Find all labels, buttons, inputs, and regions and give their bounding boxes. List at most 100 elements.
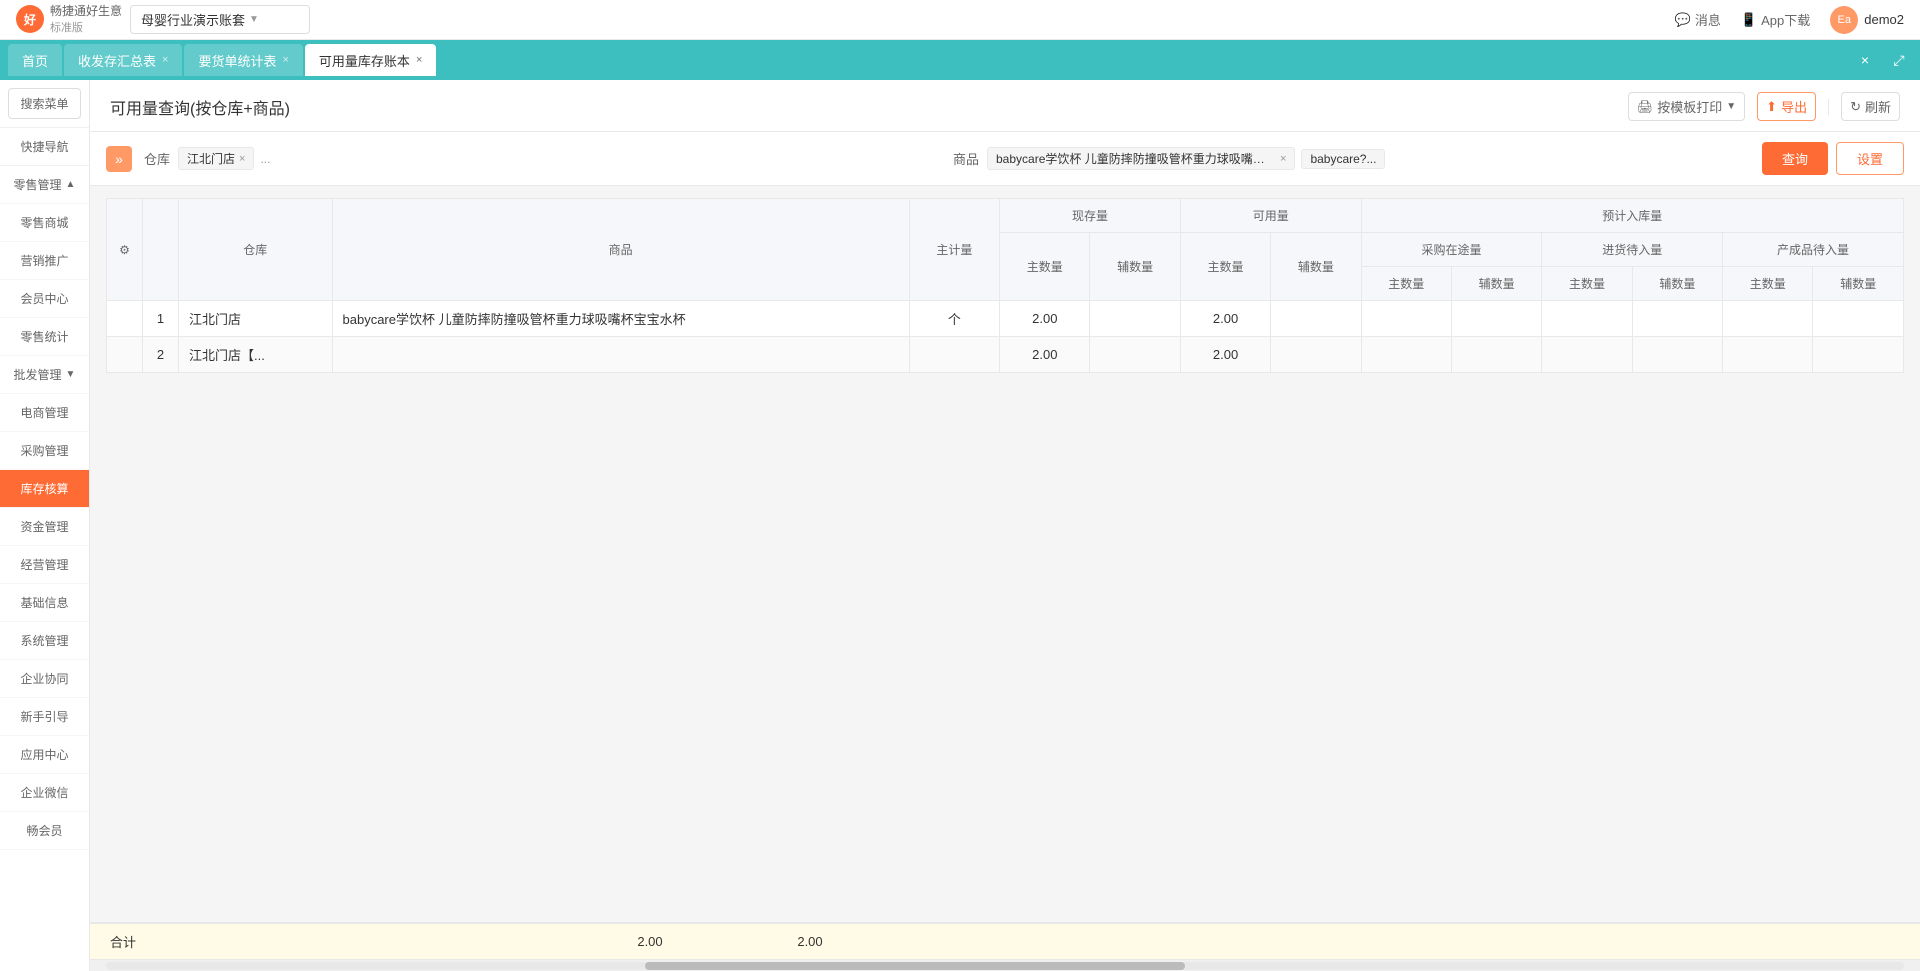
scroll-thumb[interactable] xyxy=(645,962,1184,970)
row-prod-pending-aux-1 xyxy=(1813,301,1904,337)
row-pur-transit-aux-1 xyxy=(1451,301,1541,337)
search-menu-button[interactable]: 搜索菜单 xyxy=(8,88,81,119)
industry-label: 母婴行业演示账套 xyxy=(141,10,245,29)
scroll-track[interactable] xyxy=(106,962,1904,970)
sidebar-item-ecommerce-mgmt[interactable]: 电商管理 xyxy=(0,394,89,432)
sidebar-system-label: 系统管理 xyxy=(20,632,68,649)
sidebar-item-retail-mall[interactable]: 零售商城 xyxy=(0,204,89,242)
row2-settings-icon[interactable] xyxy=(107,337,143,373)
sidebar-item-vip-member[interactable]: 畅会员 xyxy=(0,812,89,850)
avatar: Ea xyxy=(1830,6,1858,34)
sidebar-purchase-label: 采购管理 xyxy=(20,442,68,459)
row-prod-pending-main-1 xyxy=(1723,301,1813,337)
sidebar-retail-mall-label: 零售商城 xyxy=(20,214,68,231)
th-available-qty: 可用量 xyxy=(1180,199,1361,233)
tab-receipt-close[interactable]: × xyxy=(162,54,168,66)
sidebar-item-retail-mgmt[interactable]: 零售管理 ▲ xyxy=(0,166,89,204)
sidebar-item-wholesale-mgmt[interactable]: 批发管理 ▼ xyxy=(0,356,89,394)
page-title: 可用量查询(按仓库+商品) xyxy=(110,95,290,119)
industry-selector[interactable]: 母婴行业演示账套 ▼ xyxy=(130,5,310,34)
message-label: 消息 xyxy=(1695,10,1721,29)
row-prod-pending-aux-2 xyxy=(1813,337,1904,373)
sidebar-item-inventory-check[interactable]: 库存核算 xyxy=(0,470,89,508)
sidebar-item-system-mgmt[interactable]: 系统管理 xyxy=(0,622,89,660)
sidebar-inventory-label: 库存核算 xyxy=(20,480,68,497)
th-current-aux-qty: 辅数量 xyxy=(1090,233,1180,301)
sidebar-item-enterprise-collab[interactable]: 企业协同 xyxy=(0,660,89,698)
product-tag-0: babycare学饮杯 儿童防摔防撞吸管杯重力球吸嘴杯宝宝水杯 × xyxy=(987,147,1295,170)
warehouse-filter-label: 仓库 xyxy=(144,149,170,168)
close-all-tabs-button[interactable]: × xyxy=(1852,47,1878,73)
sidebar-item-basic-info[interactable]: 基础信息 xyxy=(0,584,89,622)
sidebar-item-marketing[interactable]: 营销推广 xyxy=(0,242,89,280)
logo-app-name: 畅捷通好生意 xyxy=(50,4,122,18)
tab-available-label: 可用量库存账本 xyxy=(319,51,410,70)
app-download-button[interactable]: 📱 App下载 xyxy=(1741,10,1810,29)
template-print-button[interactable]: 🖨 按模板打印 ▼ xyxy=(1628,92,1745,121)
row-goods-pending-aux-2 xyxy=(1632,337,1722,373)
top-bar-left: 好 畅捷通好生意 标准版 母婴行业演示账套 ▼ xyxy=(16,4,310,34)
content-area: 可用量查询(按仓库+商品) 🖨 按模板打印 ▼ ⬆ 导出 ↻ 刷新 xyxy=(90,80,1920,971)
tab-receipt-summary[interactable]: 收发存汇总表 × xyxy=(64,44,182,76)
refresh-button[interactable]: ↻ 刷新 xyxy=(1841,92,1900,121)
tab-order-stats[interactable]: 要货单统计表 × xyxy=(184,44,302,76)
row-main-unit-1: 个 xyxy=(909,301,999,337)
top-bar: 好 畅捷通好生意 标准版 母婴行业演示账套 ▼ 💬 消息 📱 App下载 Ea … xyxy=(0,0,1920,40)
quick-nav-button[interactable]: 快捷导航 xyxy=(0,132,89,161)
tab-order-close[interactable]: × xyxy=(282,54,288,66)
th-product: 商品 xyxy=(332,199,909,301)
footer-avail-main: 2.00 xyxy=(770,934,850,949)
message-button[interactable]: 💬 消息 xyxy=(1675,10,1721,29)
tab-available-stock[interactable]: 可用量库存账本 × xyxy=(305,44,436,76)
table-row: 1 江北门店 babycare学饮杯 儿童防摔防撞吸管杯重力球吸嘴杯宝宝水杯 个… xyxy=(107,301,1904,337)
maximize-button[interactable]: ⤢ xyxy=(1886,47,1912,73)
sidebar-item-finance-mgmt[interactable]: 资金管理 xyxy=(0,508,89,546)
row-avail-aux-2 xyxy=(1271,337,1361,373)
filter-more-warehouses[interactable]: ... xyxy=(260,152,270,166)
expand-icon: » xyxy=(115,151,123,167)
query-button[interactable]: 查询 xyxy=(1762,142,1828,175)
row-current-main-2: 2.00 xyxy=(1000,337,1090,373)
chevron-icon: ▲ xyxy=(66,179,76,190)
refresh-icon: ↻ xyxy=(1850,99,1861,115)
sidebar-item-retail-stats[interactable]: 零售统计 xyxy=(0,318,89,356)
chevron-down-icon2: ▼ xyxy=(66,369,76,380)
sidebar-member-label: 会员中心 xyxy=(20,290,68,307)
tab-available-close[interactable]: × xyxy=(416,54,422,66)
row-settings-icon[interactable] xyxy=(107,301,143,337)
gear-icon[interactable]: ⚙ xyxy=(119,243,130,257)
horizontal-scrollbar[interactable] xyxy=(90,959,1920,971)
sidebar-item-purchase-mgmt[interactable]: 采购管理 xyxy=(0,432,89,470)
template-print-label: 按模板打印 xyxy=(1657,97,1722,116)
th-avail-main-qty: 主数量 xyxy=(1180,233,1270,301)
th-settings: ⚙ xyxy=(107,199,143,301)
sidebar-item-member-center[interactable]: 会员中心 xyxy=(0,280,89,318)
row-pur-transit-main-1 xyxy=(1361,301,1451,337)
user-area[interactable]: Ea demo2 xyxy=(1830,6,1904,34)
settings-button[interactable]: 设置 xyxy=(1836,142,1904,175)
sidebar: 搜索菜单 快捷导航 零售管理 ▲ 零售商城 营销推广 会员中心 零售统计 批发管… xyxy=(0,80,90,971)
logo-text-block: 畅捷通好生意 标准版 xyxy=(50,4,122,34)
app-download-label: App下载 xyxy=(1761,10,1810,29)
divider xyxy=(1828,99,1829,115)
sidebar-wechat-label: 企业微信 xyxy=(20,784,68,801)
sidebar-item-app-center[interactable]: 应用中心 xyxy=(0,736,89,774)
th-goods-pending: 进货待入量 xyxy=(1542,233,1723,267)
print-icon: 🖨 xyxy=(1637,99,1654,115)
sidebar-app-center-label: 应用中心 xyxy=(20,746,68,763)
row-warehouse-2: 江北门店【... xyxy=(179,337,333,373)
sidebar-new-guide-label: 新手引导 xyxy=(20,708,68,725)
sidebar-item-operations-mgmt[interactable]: 经营管理 xyxy=(0,546,89,584)
export-button[interactable]: ⬆ 导出 xyxy=(1757,92,1816,121)
sidebar-item-new-guide[interactable]: 新手引导 xyxy=(0,698,89,736)
tab-home[interactable]: 首页 xyxy=(8,44,62,76)
product-tag-0-close[interactable]: × xyxy=(1280,153,1286,165)
main-layout: 搜索菜单 快捷导航 零售管理 ▲ 零售商城 营销推广 会员中心 零售统计 批发管… xyxy=(0,80,1920,971)
filter-actions: 查询 设置 xyxy=(1762,142,1904,175)
warehouse-tag-close[interactable]: × xyxy=(239,153,245,165)
sidebar-finance-label: 资金管理 xyxy=(20,518,68,535)
warehouse-tags: 江北门店 × ... xyxy=(178,147,941,170)
sidebar-item-enterprise-wechat[interactable]: 企业微信 xyxy=(0,774,89,812)
filter-expand-button[interactable]: » xyxy=(106,146,132,172)
page-header: 可用量查询(按仓库+商品) 🖨 按模板打印 ▼ ⬆ 导出 ↻ 刷新 xyxy=(90,80,1920,132)
